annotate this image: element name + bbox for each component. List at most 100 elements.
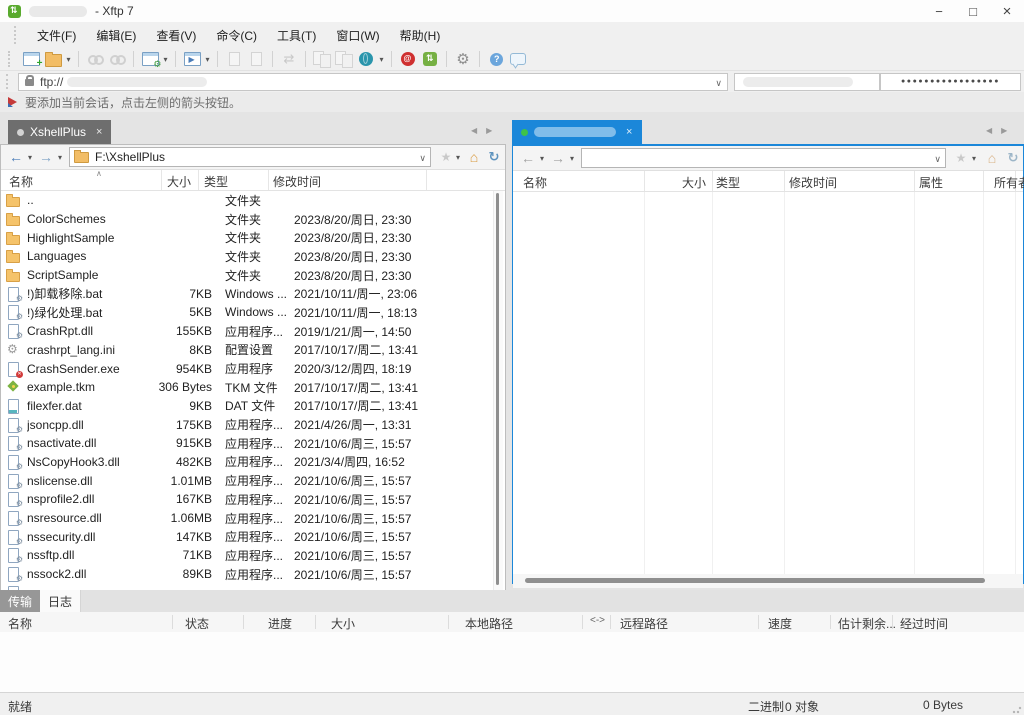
col-size[interactable]: 大小 — [136, 173, 191, 190]
menu-command[interactable]: 命令(C) — [207, 24, 266, 47]
menu-window[interactable]: 窗口(W) — [327, 24, 388, 47]
col-name[interactable]: 名称 — [523, 174, 547, 191]
settings-button[interactable] — [453, 49, 473, 70]
refresh-button[interactable] — [1005, 146, 1021, 170]
file-row[interactable]: nsprofile2.dll167KB应用程序...2021/10/6/周三, … — [1, 490, 505, 509]
file-row[interactable]: NsCopyHook3.dll482KB应用程序...2021/3/4/周四, … — [1, 453, 505, 472]
file-row[interactable]: nssftp.dll71KB应用程序...2021/10/6/周三, 15:57 — [1, 546, 505, 565]
tab-scroll-left-icon[interactable]: ◀ — [986, 126, 992, 136]
col-eta[interactable]: 估计剩余... — [838, 615, 896, 632]
properties-dropdown-caret[interactable] — [161, 55, 170, 64]
col-elapsed[interactable]: 经过时间 — [900, 615, 948, 632]
favorites-dropdown-caret[interactable] — [453, 145, 463, 169]
tab-local-xshellplus[interactable]: XshellPlus × — [8, 120, 111, 144]
tab-scroll-right-icon[interactable]: ▶ — [1001, 126, 1007, 136]
horizontal-scrollbar[interactable] — [513, 574, 1023, 588]
col-name[interactable]: 名称 — [8, 615, 32, 632]
home-button[interactable] — [465, 145, 483, 169]
col-status[interactable]: 状态 — [185, 615, 209, 632]
password-input[interactable]: ●●●●●●●●●●●●●●●●● — [880, 73, 1021, 91]
file-row[interactable]: nsactivate.dll915KB应用程序...2021/10/6/周三, … — [1, 434, 505, 453]
vertical-scrollbar[interactable] — [493, 191, 503, 593]
file-row[interactable]: CrashRpt.dll155KB应用程序...2019/1/21/周一, 14… — [1, 322, 505, 341]
forward-dropdown-caret[interactable] — [567, 146, 577, 170]
maximize-button[interactable]: □ — [956, 0, 990, 22]
file-row[interactable]: CrashSender.exe954KB应用程序2020/3/12/周四, 18… — [1, 359, 505, 378]
local-path-combobox[interactable]: F:\XshellPlus — [69, 147, 431, 167]
back-button[interactable] — [519, 146, 537, 170]
file-row[interactable]: !)卸载移除.bat7KBWindows ...2021/10/11/周一, 2… — [1, 284, 505, 303]
username-input[interactable] — [734, 73, 880, 91]
file-row[interactable]: nslicense.dll1.01MB应用程序...2021/10/6/周三, … — [1, 471, 505, 490]
file-row[interactable]: jsoncpp.dll175KB应用程序...2021/4/26/周一, 13:… — [1, 415, 505, 434]
menu-help[interactable]: 帮助(H) — [391, 24, 450, 47]
col-modified[interactable]: 修改时间 — [273, 173, 321, 190]
file-row[interactable]: ScriptSample文件夹2023/8/20/周日, 23:30 — [1, 266, 505, 285]
col-remote-path[interactable]: 远程路径 — [620, 615, 668, 632]
refresh-button[interactable] — [485, 145, 503, 169]
file-row[interactable]: ..文件夹 — [1, 191, 505, 210]
menu-file[interactable]: 文件(F) — [28, 24, 85, 47]
col-direction[interactable]: <-> — [590, 615, 605, 626]
tab-scroll-left-icon[interactable]: ◀ — [471, 126, 477, 136]
file-row[interactable]: HighlightSample文件夹2023/8/20/周日, 23:30 — [1, 228, 505, 247]
col-name[interactable]: 名称 — [9, 173, 33, 190]
file-row[interactable]: crashrpt_lang.ini8KB配置设置2017/10/17/周二, 1… — [1, 341, 505, 360]
col-type[interactable]: 类型 — [716, 174, 740, 191]
close-button[interactable]: × — [990, 0, 1024, 22]
menu-edit[interactable]: 编辑(E) — [87, 24, 145, 47]
file-row[interactable]: filexfer.dat9KBDAT 文件2017/10/17/周二, 13:4… — [1, 397, 505, 416]
file-row[interactable]: nsresource.dll1.06MB应用程序...2021/10/6/周三,… — [1, 509, 505, 528]
tab-log[interactable]: 日志 — [40, 590, 81, 612]
launch-xshell-button[interactable] — [398, 49, 418, 70]
path-dropdown-caret[interactable] — [419, 150, 426, 164]
col-modified[interactable]: 修改时间 — [789, 174, 837, 191]
scrollbar-thumb[interactable] — [496, 193, 499, 585]
forward-button[interactable] — [549, 146, 567, 170]
forward-dropdown-caret[interactable] — [55, 145, 65, 169]
web-button[interactable] — [356, 49, 376, 70]
path-dropdown-caret[interactable] — [934, 151, 941, 165]
forward-button[interactable] — [37, 145, 55, 169]
file-row[interactable]: Languages文件夹2023/8/20/周日, 23:30 — [1, 247, 505, 266]
col-owner[interactable]: 所有者 — [994, 174, 1024, 191]
address-input[interactable]: ftp:// — [18, 73, 728, 91]
back-dropdown-caret[interactable] — [537, 146, 547, 170]
back-button[interactable] — [7, 145, 25, 169]
layout-button[interactable]: ▶ — [182, 49, 202, 70]
file-row[interactable]: nssecurity.dll147KB应用程序...2021/10/6/周三, … — [1, 527, 505, 546]
address-dropdown-caret[interactable] — [715, 75, 722, 89]
help-button[interactable] — [486, 49, 506, 70]
col-size[interactable]: 大小 — [331, 615, 355, 632]
file-row[interactable]: nssock2.dll89KB应用程序...2021/10/6/周三, 15:5… — [1, 565, 505, 584]
tab-remote-session[interactable]: × — [512, 120, 642, 144]
back-dropdown-caret[interactable] — [25, 145, 35, 169]
web-dropdown-caret[interactable] — [377, 55, 386, 64]
menu-tools[interactable]: 工具(T) — [268, 24, 325, 47]
col-attributes[interactable]: 属性 — [919, 174, 943, 191]
scrollbar-thumb[interactable] — [525, 578, 985, 583]
open-dropdown-caret[interactable] — [64, 55, 73, 64]
favorites-dropdown-caret[interactable] — [969, 146, 979, 170]
favorites-button[interactable] — [953, 146, 969, 170]
col-speed[interactable]: 速度 — [768, 615, 792, 632]
col-type[interactable]: 类型 — [204, 173, 228, 190]
file-row[interactable]: example.tkm306 BytesTKM 文件2017/10/17/周二,… — [1, 378, 505, 397]
favorites-button[interactable] — [438, 145, 454, 169]
tab-scroll-right-icon[interactable]: ▶ — [486, 126, 492, 136]
home-button[interactable] — [983, 146, 1001, 170]
launch-xftp-button[interactable] — [420, 49, 440, 70]
session-properties-button[interactable]: ⚙ — [140, 49, 160, 70]
menu-view[interactable]: 查看(V) — [147, 24, 205, 47]
close-tab-icon[interactable]: × — [96, 126, 102, 138]
tab-transfer[interactable]: 传输 — [0, 590, 40, 612]
open-session-button[interactable] — [43, 49, 63, 70]
file-row[interactable]: ColorSchemes文件夹2023/8/20/周日, 23:30 — [1, 210, 505, 229]
feedback-button[interactable] — [508, 49, 528, 70]
resize-grip[interactable] — [1012, 704, 1022, 714]
layout-dropdown-caret[interactable] — [203, 55, 212, 64]
col-local-path[interactable]: 本地路径 — [465, 615, 513, 632]
remote-path-combobox[interactable] — [581, 148, 946, 168]
close-tab-icon[interactable]: × — [626, 126, 632, 138]
file-row[interactable]: !)绿化处理.bat5KBWindows ...2021/10/11/周一, 1… — [1, 303, 505, 322]
